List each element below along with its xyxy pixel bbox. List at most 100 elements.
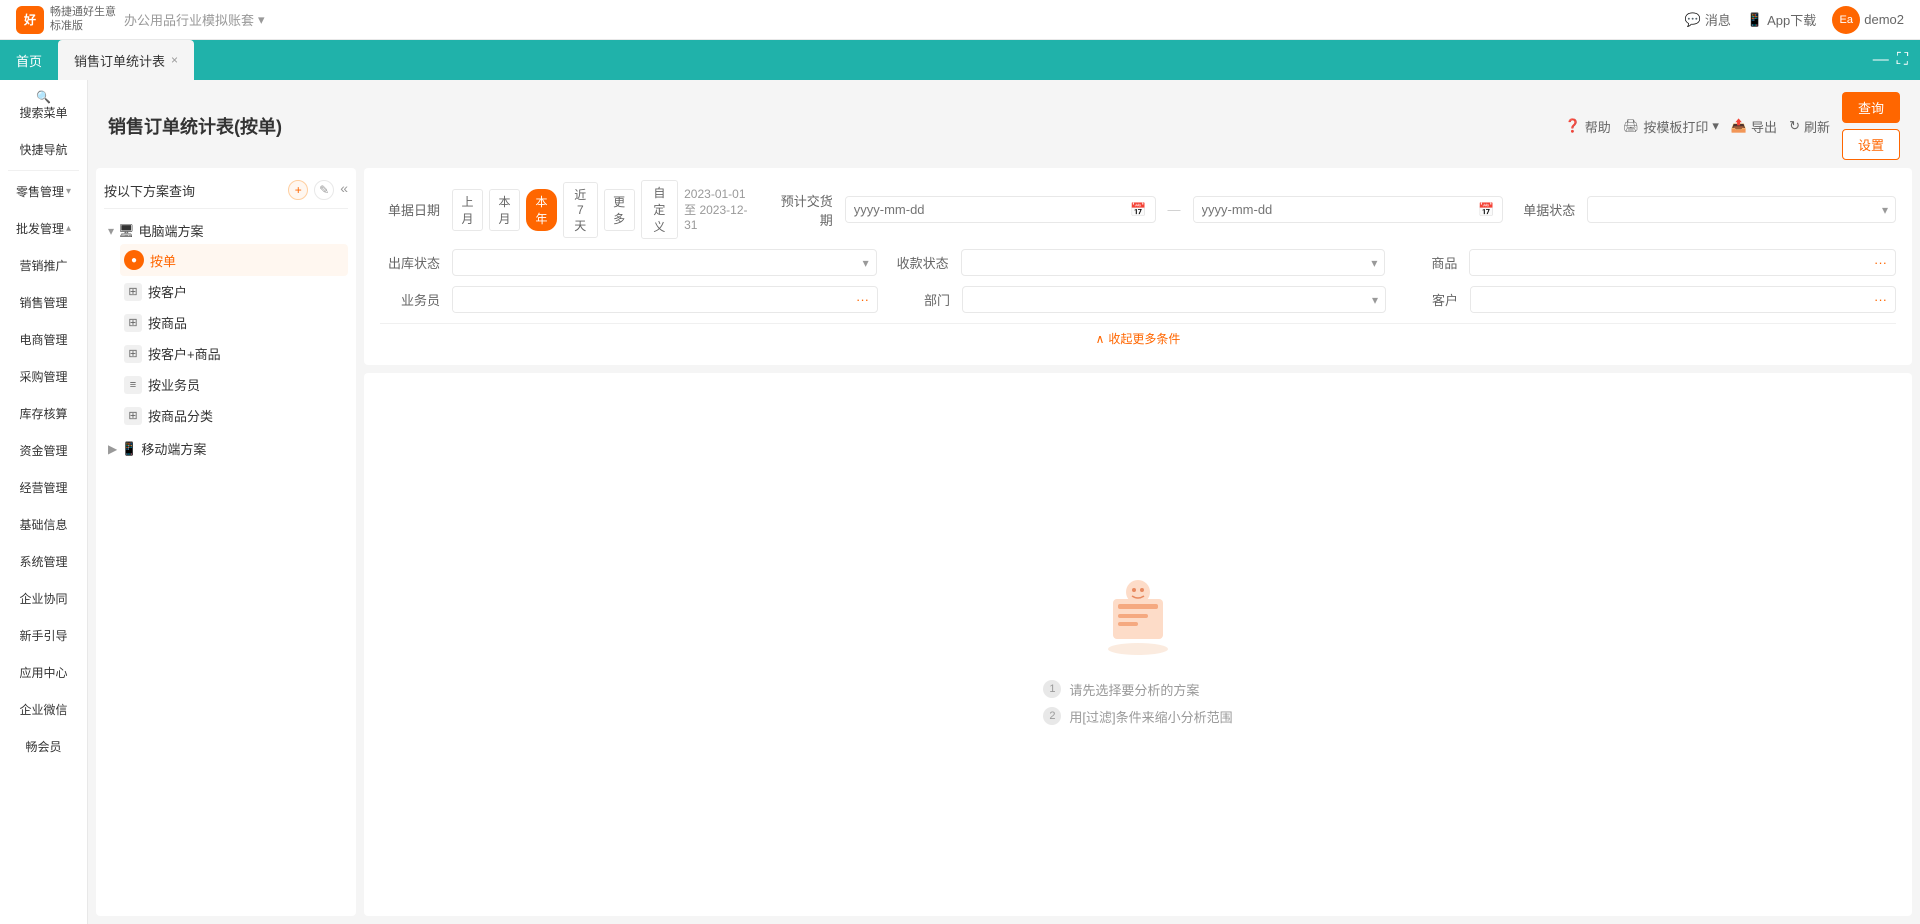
date-btn-custom[interactable]: 自定义 bbox=[641, 180, 679, 239]
sidebar-item-business[interactable]: 经营管理 bbox=[0, 469, 87, 506]
message-icon: 💬 bbox=[1685, 12, 1701, 28]
tree-item-by-category[interactable]: ⊞ 按商品分类 bbox=[120, 400, 348, 431]
out-status-select-wrapper bbox=[452, 249, 877, 276]
logo-area: 好 畅捷通好生意 标准版 bbox=[16, 6, 116, 34]
app-download-button[interactable]: 📱 App下载 bbox=[1747, 10, 1816, 29]
salesperson-label: 业务员 bbox=[380, 290, 440, 309]
page-title: 销售订单统计表(按单) bbox=[108, 113, 282, 139]
salesperson-more-icon[interactable]: ··· bbox=[848, 292, 877, 307]
tab-maximize-icon[interactable]: ⛶ bbox=[1897, 51, 1908, 69]
product-input[interactable] bbox=[1470, 250, 1866, 275]
sidebar-item-ecommerce[interactable]: 电商管理 bbox=[0, 321, 87, 358]
sidebar-item-inventory[interactable]: 库存核算 bbox=[0, 395, 87, 432]
calendar-end-icon: 📅 bbox=[1470, 202, 1502, 218]
customer-more-icon[interactable]: ··· bbox=[1866, 292, 1895, 307]
edit-scheme-button[interactable]: ✎ bbox=[314, 180, 334, 200]
customer-label: 客户 bbox=[1398, 290, 1458, 309]
desktop-section: ▾ 🖥 电脑端方案 ● 按单 ⊞ 按客户 bbox=[104, 217, 348, 431]
sidebar-item-retail[interactable]: 零售管理 ▾ bbox=[0, 173, 87, 210]
mobile-expand-icon: ▶ bbox=[108, 442, 117, 456]
by-category-icon: ⊞ bbox=[124, 407, 142, 425]
expected-date-end[interactable]: 📅 bbox=[1193, 196, 1504, 223]
sidebar-item-apps[interactable]: 应用中心 bbox=[0, 654, 87, 691]
sidebar-item-quick[interactable]: 快捷导航 bbox=[0, 131, 87, 168]
refresh-button[interactable]: ↻ 刷新 bbox=[1789, 117, 1830, 136]
empty-area: 1 请先选择要分析的方案 2 用[过滤]条件来缩小分析范围 bbox=[364, 373, 1912, 916]
sidebar-item-system[interactable]: 系统管理 bbox=[0, 543, 87, 580]
date-buttons-group: 上月 本月 本年 近7天 更多 自定义 2023-01-01 至 2023-12… bbox=[452, 180, 761, 239]
date-end-input[interactable] bbox=[1194, 197, 1471, 222]
tree-item-by-product[interactable]: ⊞ 按商品 bbox=[120, 307, 348, 338]
date-btn-more[interactable]: 更多 bbox=[604, 189, 635, 231]
date-btn-last-month[interactable]: 上月 bbox=[452, 189, 483, 231]
tree-item-by-customer[interactable]: ⊞ 按客户 bbox=[120, 276, 348, 307]
settings-button[interactable]: 设置 bbox=[1842, 129, 1900, 160]
dept-select[interactable] bbox=[962, 286, 1386, 313]
message-button[interactable]: 💬 消息 bbox=[1685, 10, 1731, 29]
sidebar: 🔍 搜索菜单 快捷导航 零售管理 ▾ 批发管理 ▴ 营销推广 销售管理 电商管理… bbox=[0, 80, 88, 924]
date-btn-this-year[interactable]: 本年 bbox=[526, 189, 557, 231]
tab-bar-right: — ⛶ bbox=[1873, 51, 1920, 69]
receipt-status-label: 收款状态 bbox=[889, 253, 949, 272]
customer-input[interactable] bbox=[1471, 287, 1866, 312]
help-button[interactable]: ❓ 帮助 bbox=[1565, 117, 1611, 136]
customer-filter[interactable]: ··· bbox=[1470, 286, 1896, 313]
sidebar-item-collab[interactable]: 企业协同 bbox=[0, 580, 87, 617]
section-header-desktop[interactable]: ▾ 🖥 电脑端方案 bbox=[104, 217, 348, 244]
expected-date-start[interactable]: 📅 bbox=[845, 196, 1156, 223]
collapse-up-icon: ∧ bbox=[1096, 332, 1105, 346]
date-btn-7days[interactable]: 近7天 bbox=[563, 182, 598, 238]
print-button[interactable]: 🖨 按模板打印 ▾ bbox=[1623, 117, 1719, 136]
out-status-select[interactable] bbox=[452, 249, 877, 276]
out-status-label: 出库状态 bbox=[380, 253, 440, 272]
title-dropdown-icon[interactable]: ▾ bbox=[258, 12, 265, 28]
add-scheme-button[interactable]: + bbox=[288, 180, 308, 200]
section-header-mobile[interactable]: ▶ 📱 移动端方案 bbox=[104, 435, 348, 462]
tree-item-by-order[interactable]: ● 按单 bbox=[120, 244, 348, 276]
tab-home[interactable]: 首页 bbox=[0, 40, 58, 80]
sidebar-item-search[interactable]: 🔍 搜索菜单 bbox=[0, 80, 87, 131]
sidebar-item-member[interactable]: 畅会员 bbox=[0, 728, 87, 765]
date-start-input[interactable] bbox=[846, 197, 1123, 222]
empty-tip-2: 2 用[过滤]条件来缩小分析范围 bbox=[1043, 707, 1232, 726]
collapse-panel-button[interactable]: « bbox=[340, 180, 348, 200]
logo-icon: 好 bbox=[16, 6, 44, 34]
collapse-bar[interactable]: ∧ 收起更多条件 bbox=[380, 323, 1896, 353]
empty-tips: 1 请先选择要分析的方案 2 用[过滤]条件来缩小分析范围 bbox=[1043, 680, 1232, 726]
export-button[interactable]: 📤 导出 bbox=[1731, 117, 1777, 136]
mobile-icon: 📱 bbox=[121, 441, 137, 457]
main-content: 🔍 搜索菜单 快捷导航 零售管理 ▾ 批发管理 ▴ 营销推广 销售管理 电商管理… bbox=[0, 80, 1920, 924]
tree-item-by-customer-product[interactable]: ⊞ 按客户+商品 bbox=[120, 338, 348, 369]
sidebar-item-marketing[interactable]: 营销推广 bbox=[0, 247, 87, 284]
sidebar-item-guide[interactable]: 新手引导 bbox=[0, 617, 87, 654]
filter-row-3: 业务员 ··· 部门 客户 bbox=[380, 286, 1896, 313]
product-filter[interactable]: ··· bbox=[1469, 249, 1896, 276]
desktop-icon: 🖥 bbox=[118, 223, 135, 239]
user-area[interactable]: Ea demo2 bbox=[1832, 6, 1904, 34]
salesperson-filter[interactable]: ··· bbox=[452, 286, 878, 313]
tab-sales-order[interactable]: 销售订单统计表 × bbox=[58, 40, 194, 80]
status-select[interactable] bbox=[1587, 196, 1896, 223]
sidebar-item-wholesale[interactable]: 批发管理 ▴ bbox=[0, 210, 87, 247]
sidebar-item-purchase[interactable]: 采购管理 bbox=[0, 358, 87, 395]
product-more-icon[interactable]: ··· bbox=[1866, 255, 1895, 270]
help-icon: ❓ bbox=[1565, 118, 1581, 134]
sidebar-item-basic[interactable]: 基础信息 bbox=[0, 506, 87, 543]
top-bar-left: 好 畅捷通好生意 标准版 办公用品行业模拟账套 ▾ bbox=[16, 6, 265, 34]
tree-item-by-salesperson[interactable]: ≡ 按业务员 bbox=[120, 369, 348, 400]
tip-num-1: 1 bbox=[1043, 680, 1061, 698]
sidebar-item-finance[interactable]: 资金管理 bbox=[0, 432, 87, 469]
date-btn-this-month[interactable]: 本月 bbox=[489, 189, 520, 231]
receipt-status-select[interactable] bbox=[961, 249, 1386, 276]
sidebar-item-sales[interactable]: 销售管理 bbox=[0, 284, 87, 321]
refresh-icon: ↻ bbox=[1789, 118, 1800, 134]
left-panel-header: 按以下方案查询 + ✎ « bbox=[104, 176, 348, 209]
query-button[interactable]: 查询 bbox=[1842, 92, 1900, 123]
search-icon: 🔍 bbox=[36, 90, 51, 104]
sidebar-item-wechat[interactable]: 企业微信 bbox=[0, 691, 87, 728]
tab-close-icon[interactable]: × bbox=[171, 53, 178, 67]
tab-minimize-icon[interactable]: — bbox=[1873, 51, 1889, 69]
product-label: 商品 bbox=[1397, 253, 1457, 272]
mobile-section: ▶ 📱 移动端方案 bbox=[104, 435, 348, 462]
salesperson-input[interactable] bbox=[453, 287, 848, 312]
